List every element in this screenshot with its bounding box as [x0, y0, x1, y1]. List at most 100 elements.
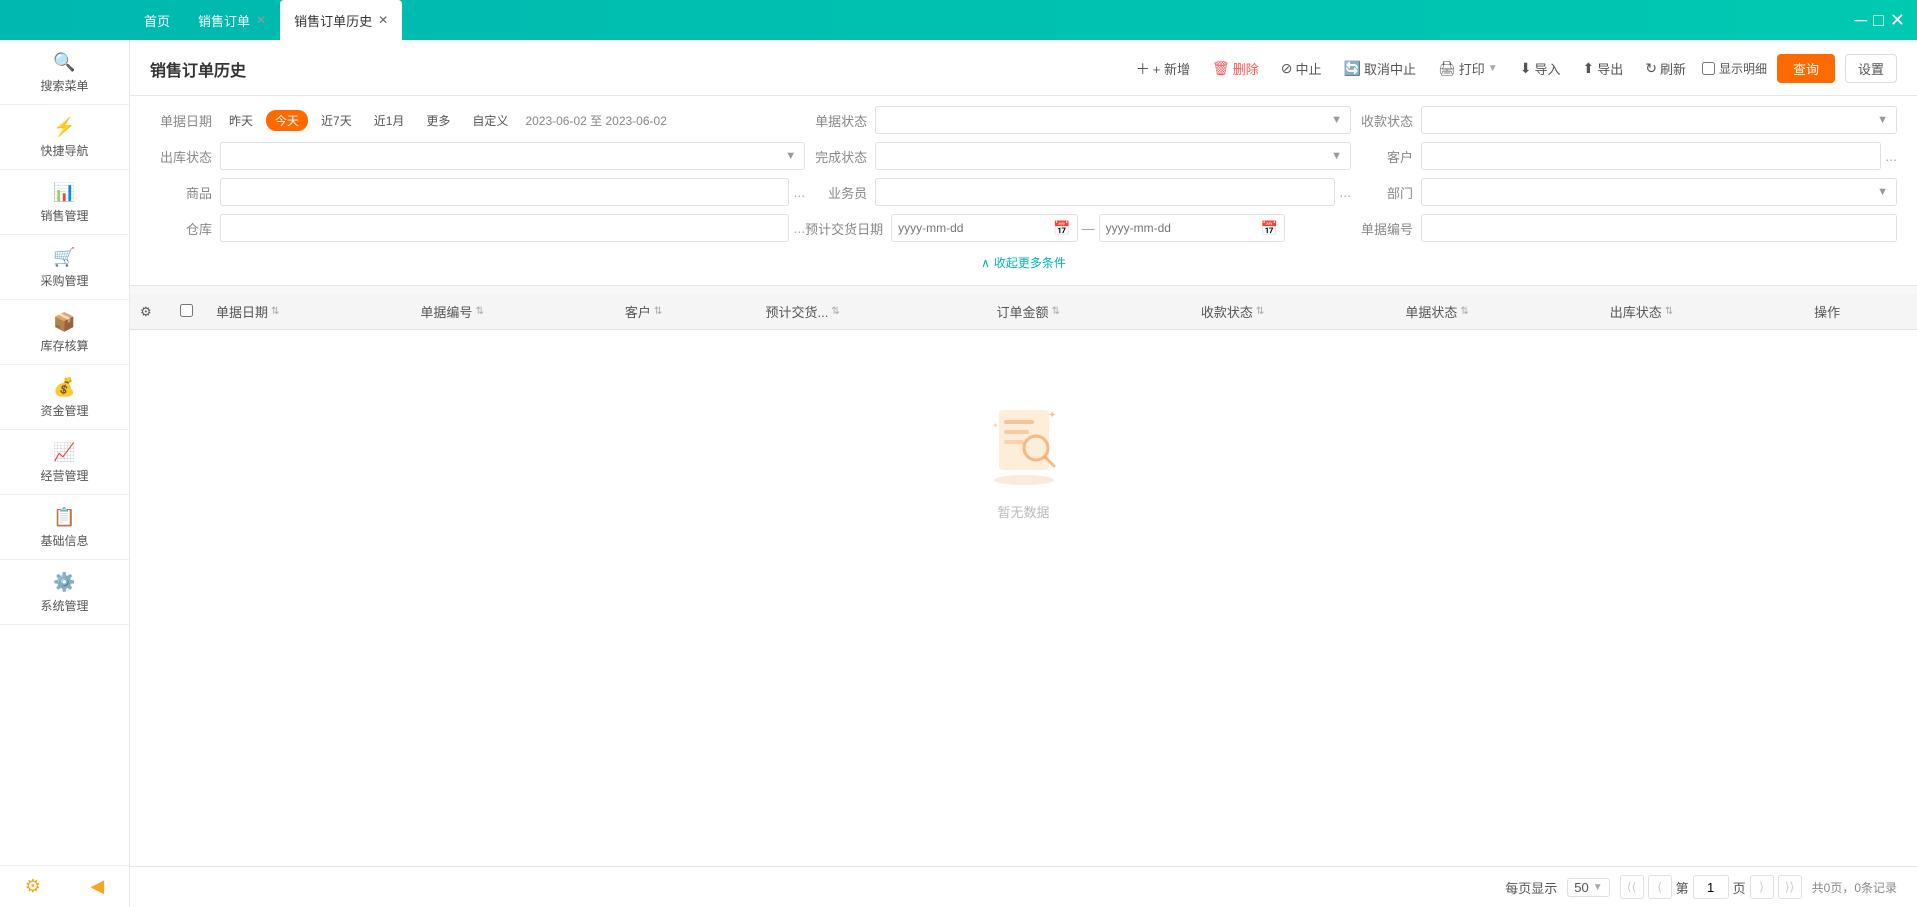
date-btn-1month[interactable]: 近1月: [365, 110, 414, 131]
date-filter-value: 昨天 今天 近7天 近1月 更多 自定义 2023-06-02 至 2023-0…: [220, 110, 805, 131]
delete-button[interactable]: 🗑 删除: [1206, 55, 1265, 82]
warehouse-field[interactable]: [229, 221, 780, 236]
date-btn-yesterday[interactable]: 昨天: [220, 110, 262, 131]
close-icon[interactable]: ✕: [1890, 10, 1905, 31]
warehouse-status-select[interactable]: ▼: [220, 142, 805, 170]
customer-dots[interactable]: ...: [1885, 148, 1897, 164]
display-detail-checkbox[interactable]: [1702, 62, 1715, 75]
salesperson-input[interactable]: [875, 178, 1335, 206]
new-button[interactable]: ＋ + 新增: [1130, 55, 1196, 83]
th-order-no[interactable]: 单据编号 ⇅: [410, 294, 614, 330]
date-btn-more[interactable]: 更多: [417, 110, 459, 131]
display-detail-wrap: 显示明细: [1702, 60, 1767, 77]
tab-sales-order-history-close[interactable]: ✕: [378, 13, 388, 27]
delivery-to-input[interactable]: [1106, 221, 1261, 235]
sort-warehouse-icon[interactable]: ⇅: [1665, 306, 1673, 317]
sort-delivery-icon[interactable]: ⇅: [831, 306, 839, 317]
sidebar-item-search[interactable]: 🔍 搜索菜单: [0, 40, 129, 105]
th-settings[interactable]: ⚙: [130, 294, 170, 330]
sidebar-settings-icon[interactable]: ⚙: [25, 876, 41, 897]
customer-input[interactable]: [1421, 142, 1881, 170]
salesperson-field[interactable]: [884, 185, 1326, 200]
sort-customer-icon[interactable]: ⇅: [654, 306, 662, 317]
salesperson-dots[interactable]: ...: [1339, 184, 1351, 200]
calendar-to-icon[interactable]: 📅: [1261, 220, 1278, 237]
sidebar-collapse-icon[interactable]: ◀: [90, 876, 104, 897]
th-action: 操作: [1804, 294, 1917, 330]
tab-sales-order-history[interactable]: 销售订单历史 ✕: [280, 0, 402, 40]
sidebar-item-quicknav[interactable]: ⚡ 快捷导航: [0, 105, 129, 170]
order-no-input[interactable]: [1421, 214, 1897, 242]
pagination: ⟨⟨ ⟨ 第 页 ⟩ ⟩⟩: [1620, 875, 1802, 899]
date-btn-today[interactable]: 今天: [266, 110, 308, 131]
cancel-stop-button[interactable]: 🔄 取消中止: [1338, 55, 1422, 82]
last-page-button[interactable]: ⟩⟩: [1778, 875, 1802, 899]
sort-orderno-icon[interactable]: ⇅: [475, 306, 483, 317]
sidebar-item-finance[interactable]: 💰 资金管理: [0, 365, 129, 430]
table-footer: 每页显示 50 ▼ ⟨⟨ ⟨ 第 页 ⟩ ⟩⟩ 共0页，0条记录: [130, 866, 1917, 907]
page-number-input[interactable]: [1693, 875, 1729, 899]
sidebar-item-purchase[interactable]: 🛒 采购管理: [0, 235, 129, 300]
operations-icon: 📈: [53, 442, 75, 463]
date-btn-custom[interactable]: 自定义: [463, 110, 517, 131]
sidebar-item-operations[interactable]: 📈 经营管理: [0, 430, 129, 495]
system-icon: ⚙️: [53, 572, 75, 593]
import-button[interactable]: ⬇ 导入: [1514, 55, 1567, 82]
stop-button[interactable]: ⊘ 中止: [1275, 55, 1328, 82]
salesperson-label: 业务员: [805, 183, 875, 202]
print-dropdown-icon[interactable]: ▼: [1488, 63, 1498, 74]
warehouse-dots[interactable]: ...: [793, 220, 805, 236]
tab-sales-order[interactable]: 销售订单 ✕: [184, 0, 280, 40]
payment-status-select[interactable]: ▼: [1421, 106, 1897, 134]
th-payment-status[interactable]: 收款状态 ⇅: [1191, 294, 1395, 330]
delivery-to-picker[interactable]: 📅: [1099, 214, 1285, 242]
sort-order-status-icon[interactable]: ⇅: [1460, 306, 1468, 317]
th-amount[interactable]: 订单金额 ⇅: [986, 294, 1190, 330]
collapse-row[interactable]: ∧ 收起更多条件: [150, 250, 1897, 279]
first-page-button[interactable]: ⟨⟨: [1620, 875, 1644, 899]
refresh-button[interactable]: ↻ 刷新: [1639, 55, 1692, 82]
customer-field[interactable]: [1430, 149, 1872, 164]
query-button[interactable]: 查询: [1777, 54, 1835, 83]
product-input[interactable]: [220, 178, 789, 206]
order-status-select[interactable]: ▼: [875, 106, 1351, 134]
calendar-from-icon[interactable]: 📅: [1053, 220, 1070, 237]
department-select[interactable]: ▼: [1421, 178, 1897, 206]
sidebar-item-inventory[interactable]: 📦 库存核算: [0, 300, 129, 365]
th-order-status[interactable]: 单据状态 ⇅: [1395, 294, 1599, 330]
minimize-icon[interactable]: ─: [1854, 10, 1867, 31]
export-button[interactable]: ⬆ 导出: [1576, 55, 1629, 82]
th-date[interactable]: 单据日期 ⇅: [206, 294, 410, 330]
settings-icon[interactable]: ⚙: [140, 304, 152, 319]
tab-sales-order-close[interactable]: ✕: [256, 13, 266, 27]
order-status-arrow: ▼: [1331, 114, 1342, 126]
sidebar-item-system[interactable]: ⚙️ 系统管理: [0, 560, 129, 625]
sort-amount-icon[interactable]: ⇅: [1052, 306, 1060, 317]
product-field[interactable]: [229, 185, 780, 200]
page-size-select[interactable]: 50 ▼: [1567, 878, 1609, 897]
sort-date-icon[interactable]: ⇅: [271, 306, 279, 317]
warehouse-input[interactable]: [220, 214, 789, 242]
print-button[interactable]: 🖨 打印 ▼: [1432, 55, 1504, 82]
complete-status-select[interactable]: ▼: [875, 142, 1351, 170]
sidebar-item-sales[interactable]: 📊 销售管理: [0, 170, 129, 235]
sidebar: 🔍 搜索菜单 ⚡ 快捷导航 📊 销售管理 🛒 采购管理 📦 库存核算 💰 资金管…: [0, 40, 130, 907]
sidebar-item-basics[interactable]: 📋 基础信息: [0, 495, 129, 560]
tab-home[interactable]: 首页: [130, 0, 184, 40]
product-label: 商品: [150, 183, 220, 202]
product-dots[interactable]: ...: [793, 184, 805, 200]
maximize-icon[interactable]: □: [1873, 10, 1884, 31]
th-delivery[interactable]: 预计交货... ⇅: [756, 294, 987, 330]
prev-page-button[interactable]: ⟨: [1648, 875, 1672, 899]
th-customer[interactable]: 客户 ⇅: [615, 294, 756, 330]
svg-text:✦: ✦: [992, 421, 999, 430]
date-btn-7days[interactable]: 近7天: [312, 110, 361, 131]
sort-payment-icon[interactable]: ⇅: [1256, 306, 1264, 317]
delivery-from-picker[interactable]: 📅: [891, 214, 1077, 242]
th-warehouse-status[interactable]: 出库状态 ⇅: [1600, 294, 1804, 330]
next-page-button[interactable]: ⟩: [1750, 875, 1774, 899]
select-all-checkbox[interactable]: [180, 304, 193, 317]
delivery-from-input[interactable]: [898, 221, 1053, 235]
order-no-field[interactable]: [1430, 221, 1888, 236]
settings-button[interactable]: 设置: [1845, 54, 1897, 83]
